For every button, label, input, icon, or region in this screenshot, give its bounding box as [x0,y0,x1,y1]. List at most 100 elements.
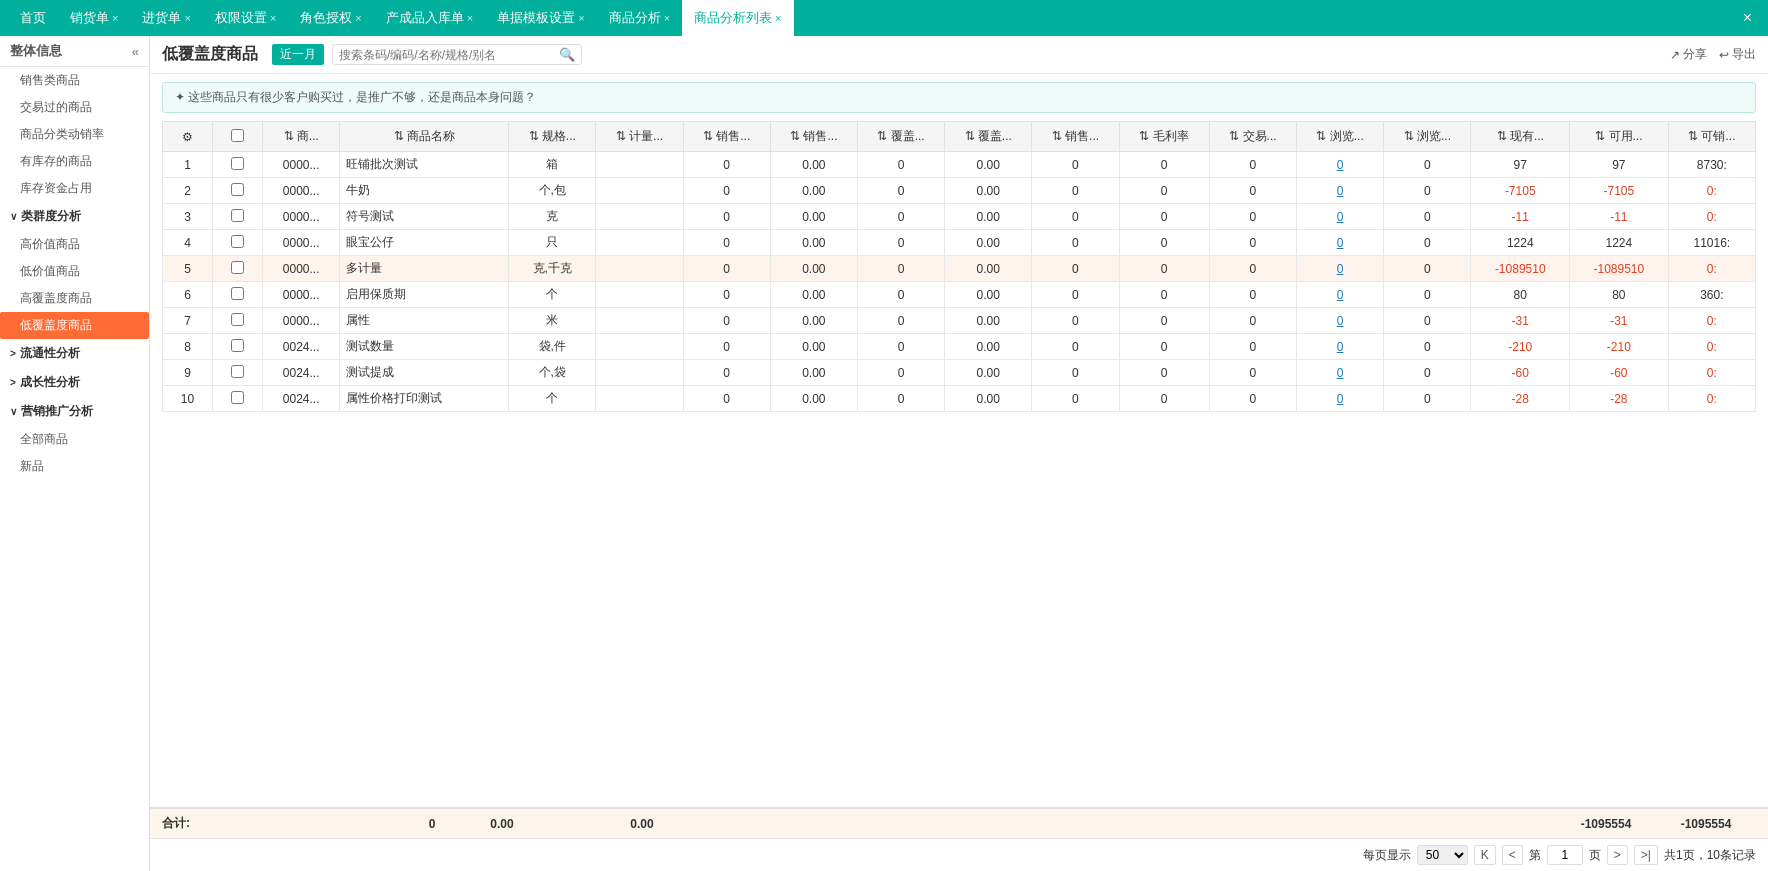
td-browse1[interactable]: 0 [1297,386,1384,412]
nav-role-auth[interactable]: 角色授权 × [288,0,373,36]
nav-finished-close-icon[interactable]: × [467,0,473,36]
browse-link[interactable]: 0 [1337,262,1344,276]
sidebar-item-all-products[interactable]: 全部商品 [0,426,149,453]
window-close-button[interactable]: × [1735,9,1760,27]
sidebar-item-sales-products[interactable]: 销售类商品 [0,67,149,94]
date-filter-button[interactable]: 近一月 [272,44,324,65]
td-checkbox[interactable] [213,360,263,386]
sidebar-item-high-value[interactable]: 高价值商品 [0,231,149,258]
row-checkbox[interactable] [231,287,244,300]
sidebar-item-low-value[interactable]: 低价值商品 [0,258,149,285]
td-browse1[interactable]: 0 [1297,308,1384,334]
td-checkbox[interactable] [213,256,263,282]
td-checkbox[interactable] [213,230,263,256]
nav-purchase-order[interactable]: 进货单 × [130,0,202,36]
td-checkbox[interactable] [213,282,263,308]
th-sales3[interactable]: ⇅ 销售... [1032,122,1119,152]
sidebar-item-category-turnover[interactable]: 商品分类动销率 [0,121,149,148]
browse-link[interactable]: 0 [1337,314,1344,328]
prev-page-button[interactable]: < [1502,845,1523,865]
nav-product-analysis-list[interactable]: 商品分析列表 × [682,0,793,36]
row-checkbox[interactable] [231,209,244,222]
nav-finished-goods[interactable]: 产成品入库单 × [374,0,485,36]
nav-sales-close-icon[interactable]: × [112,0,118,36]
th-settings[interactable]: ⚙ [163,122,213,152]
td-checkbox[interactable] [213,308,263,334]
th-name[interactable]: ⇅ 商品名称 [340,122,509,152]
nav-product-analysis[interactable]: 商品分析 × [597,0,682,36]
nav-home[interactable]: 首页 [8,0,58,36]
th-spec[interactable]: ⇅ 规格... [509,122,596,152]
sidebar-item-new-products[interactable]: 新品 [0,453,149,480]
browse-link[interactable]: 0 [1337,184,1344,198]
th-available[interactable]: ⇅ 可用... [1570,122,1669,152]
browse-link[interactable]: 0 [1337,340,1344,354]
row-checkbox[interactable] [231,313,244,326]
sidebar-section-cluster-analysis[interactable]: ∨ 类群度分析 [0,202,149,231]
browse-link[interactable]: 0 [1337,158,1344,172]
row-checkbox[interactable] [231,157,244,170]
td-browse1[interactable]: 0 [1297,334,1384,360]
row-checkbox[interactable] [231,339,244,352]
sidebar-item-traded-products[interactable]: 交易过的商品 [0,94,149,121]
sidebar-section-marketing[interactable]: ∨ 营销推广分析 [0,397,149,426]
sidebar-section-liquidity[interactable]: > 流通性分析 [0,339,149,368]
th-cover2[interactable]: ⇅ 覆盖... [945,122,1032,152]
sidebar-section-growth[interactable]: > 成长性分析 [0,368,149,397]
td-browse1[interactable]: 0 [1297,282,1384,308]
th-saleable[interactable]: ⇅ 可销... [1668,122,1755,152]
td-checkbox[interactable] [213,152,263,178]
th-gross[interactable]: ⇅ 毛利率 [1119,122,1209,152]
th-trade[interactable]: ⇅ 交易... [1209,122,1296,152]
td-browse1[interactable]: 0 [1297,178,1384,204]
th-current[interactable]: ⇅ 现有... [1471,122,1570,152]
th-unit[interactable]: ⇅ 计量... [596,122,683,152]
nav-list-close-icon[interactable]: × [775,0,781,36]
td-checkbox[interactable] [213,386,263,412]
share-button[interactable]: ↗ 分享 [1670,46,1707,63]
browse-link[interactable]: 0 [1337,288,1344,302]
row-checkbox[interactable] [231,391,244,404]
export-button[interactable]: ↩ 导出 [1719,46,1756,63]
th-code[interactable]: ⇅ 商... [263,122,340,152]
th-checkbox[interactable] [213,122,263,152]
row-checkbox[interactable] [231,365,244,378]
nav-template-close-icon[interactable]: × [578,0,584,36]
sidebar-item-low-coverage[interactable]: 低覆盖度商品 [0,312,149,339]
nav-template-settings[interactable]: 单据模板设置 × [485,0,596,36]
sidebar-item-inventory-capital[interactable]: 库存资金占用 [0,175,149,202]
td-browse1[interactable]: 0 [1297,204,1384,230]
last-page-button[interactable]: >| [1634,845,1658,865]
browse-link[interactable]: 0 [1337,210,1344,224]
nav-sales-order[interactable]: 销货单 × [58,0,130,36]
th-sales2[interactable]: ⇅ 销售... [770,122,857,152]
th-sales1[interactable]: ⇅ 销售... [683,122,770,152]
browse-link[interactable]: 0 [1337,366,1344,380]
td-browse1[interactable]: 0 [1297,230,1384,256]
td-browse1[interactable]: 0 [1297,256,1384,282]
row-checkbox[interactable] [231,235,244,248]
nav-role-close-icon[interactable]: × [355,0,361,36]
browse-link[interactable]: 0 [1337,236,1344,250]
per-page-select[interactable]: 50 20 100 [1417,845,1468,865]
first-page-button[interactable]: K [1474,845,1496,865]
th-cover1[interactable]: ⇅ 覆盖... [857,122,944,152]
row-checkbox[interactable] [231,183,244,196]
td-browse1[interactable]: 0 [1297,360,1384,386]
search-input[interactable] [339,48,559,62]
browse-link[interactable]: 0 [1337,392,1344,406]
select-all-checkbox[interactable] [231,129,244,142]
nav-permission-settings[interactable]: 权限设置 × [203,0,288,36]
td-checkbox[interactable] [213,204,263,230]
sidebar-item-stocked-products[interactable]: 有库存的商品 [0,148,149,175]
th-browse1[interactable]: ⇅ 浏览... [1297,122,1384,152]
data-table-wrapper[interactable]: ⚙ ⇅ 商... ⇅ 商品名称 ⇅ 规格... ⇅ 计量... ⇅ 销售... … [162,121,1756,807]
td-browse1[interactable]: 0 [1297,152,1384,178]
sidebar-collapse-button[interactable]: « [132,44,139,59]
page-number-input[interactable] [1547,845,1583,865]
th-browse2[interactable]: ⇅ 浏览... [1384,122,1471,152]
row-checkbox[interactable] [231,261,244,274]
nav-product-close-icon[interactable]: × [664,0,670,36]
sidebar-item-high-coverage[interactable]: 高覆盖度商品 [0,285,149,312]
next-page-button[interactable]: > [1607,845,1628,865]
